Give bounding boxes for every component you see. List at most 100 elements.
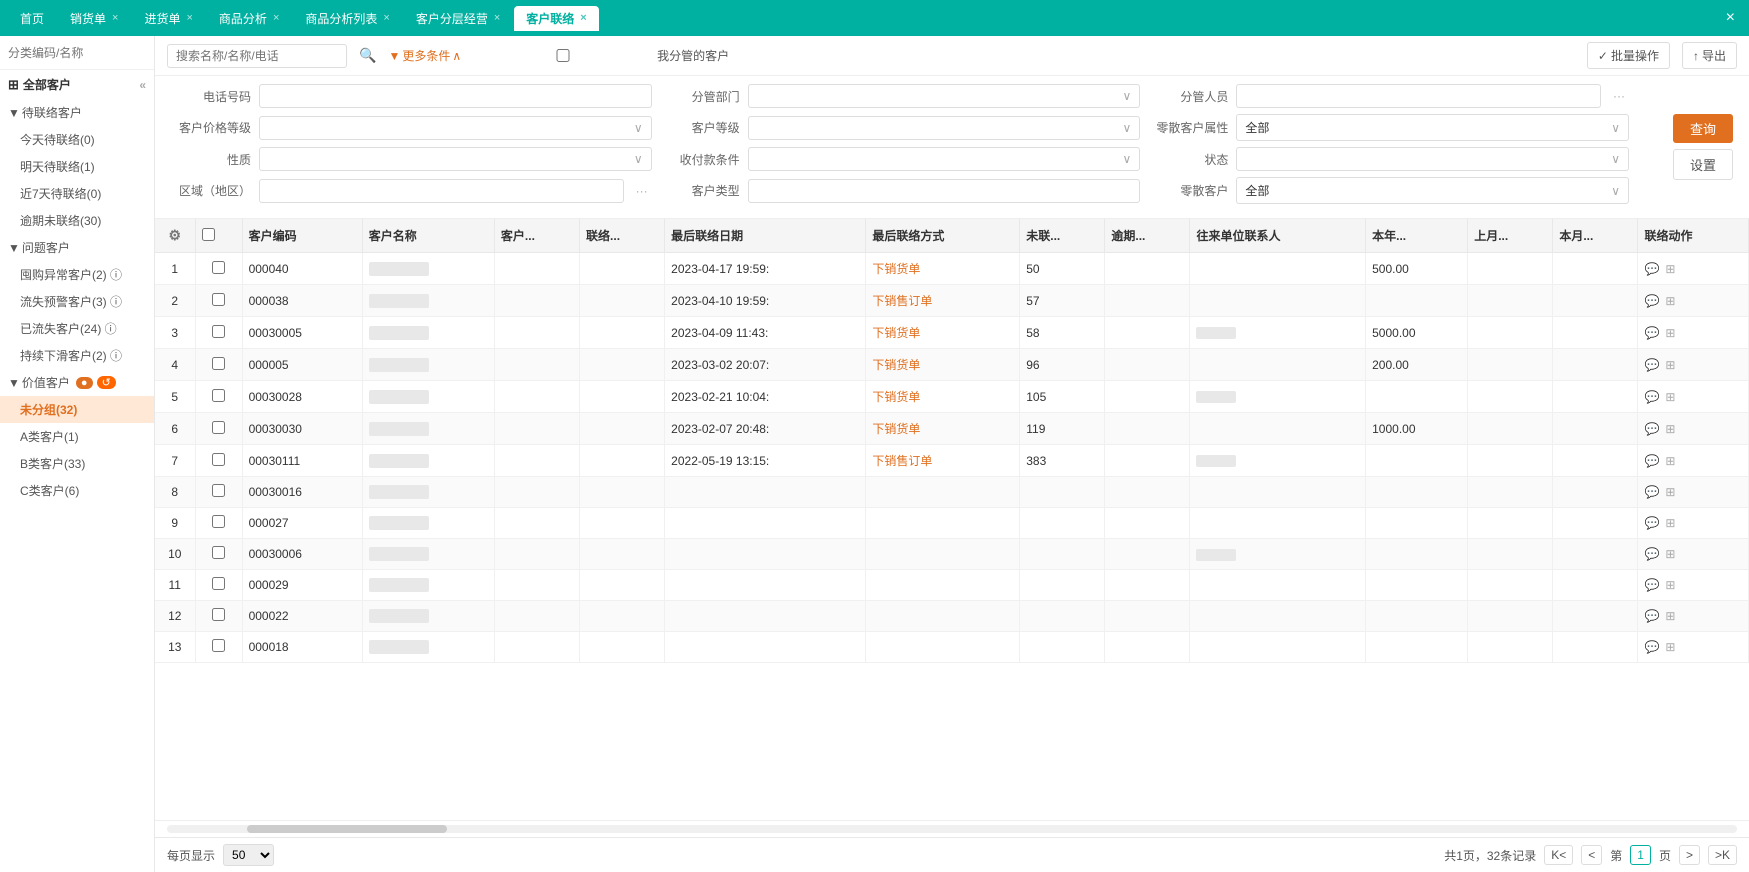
nav-sales-order[interactable]: 销货单 ×	[58, 6, 130, 31]
window-close-button[interactable]: ×	[1720, 9, 1741, 27]
grid-action-icon[interactable]: ⊞	[1665, 454, 1675, 468]
horizontal-scrollbar[interactable]	[155, 820, 1749, 837]
comment-icon[interactable]: 💬	[1644, 326, 1659, 340]
grid-action-icon[interactable]: ⊞	[1665, 326, 1675, 340]
settings-icon[interactable]: ⚙	[168, 227, 181, 243]
cust-grade-select[interactable]: ∨	[748, 116, 1141, 140]
comment-icon[interactable]: 💬	[1644, 609, 1659, 623]
nav-purchase[interactable]: 进货单 ×	[132, 6, 204, 31]
reset-button[interactable]: 设置	[1673, 149, 1733, 180]
my-customers-checkbox[interactable]	[473, 49, 653, 62]
my-customers-filter[interactable]: 我分管的客户	[473, 47, 729, 64]
sidebar-all-customers[interactable]: ⊞ 全部客户 «	[0, 70, 154, 99]
comment-icon[interactable]: 💬	[1644, 547, 1659, 561]
grid-action-icon[interactable]: ⊞	[1665, 640, 1675, 654]
grid-action-icon[interactable]: ⊞	[1665, 485, 1675, 499]
last-way-link[interactable]: 下销货单	[872, 262, 920, 276]
status-select[interactable]: ∨	[1236, 147, 1629, 171]
scroll-thumb[interactable]	[247, 825, 447, 833]
comment-icon[interactable]: 💬	[1644, 358, 1659, 372]
query-button[interactable]: 查询	[1673, 114, 1733, 143]
comment-icon[interactable]: 💬	[1644, 390, 1659, 404]
comment-icon[interactable]: 💬	[1644, 422, 1659, 436]
region-dots-icon[interactable]: ···	[632, 184, 652, 198]
comment-icon[interactable]: 💬	[1644, 578, 1659, 592]
row-checkbox[interactable]	[212, 515, 225, 528]
person-dots-icon[interactable]: ···	[1609, 89, 1629, 103]
nav-product-list-close[interactable]: ×	[383, 12, 389, 24]
grid-action-icon[interactable]: ⊞	[1665, 578, 1675, 592]
sidebar-group-pending[interactable]: ▼ 待联络客户	[0, 99, 154, 126]
payment-select[interactable]: ∨	[748, 147, 1141, 171]
price-grade-select[interactable]: ∨	[259, 116, 652, 140]
nav-customer-segment[interactable]: 客户分层经营 ×	[404, 6, 512, 31]
sidebar-item-c-class[interactable]: C类客户(6)	[0, 477, 154, 504]
nature-select[interactable]: ∨	[259, 147, 652, 171]
grid-action-icon[interactable]: ⊞	[1665, 390, 1675, 404]
sidebar-item-b-class[interactable]: B类客户(33)	[0, 450, 154, 477]
grid-action-icon[interactable]: ⊞	[1665, 516, 1675, 530]
nav-product-analysis[interactable]: 商品分析 ×	[207, 6, 291, 31]
grid-action-icon[interactable]: ⊞	[1665, 294, 1675, 308]
comment-icon[interactable]: 💬	[1644, 454, 1659, 468]
retail-cust-select[interactable]: 全部 ∨	[1236, 177, 1629, 204]
more-conditions-button[interactable]: ▼ 更多条件 ∧	[388, 47, 461, 64]
dept-select[interactable]: ∨	[748, 84, 1141, 108]
sidebar-item-tomorrow[interactable]: 明天待联络(1)	[0, 153, 154, 180]
grid-action-icon[interactable]: ⊞	[1665, 547, 1675, 561]
sidebar-group-problem[interactable]: ▼ 问题客户	[0, 234, 154, 261]
row-checkbox[interactable]	[212, 453, 225, 466]
sidebar-item-churn-warning[interactable]: 流失预警客户(3) ⓘ	[0, 288, 154, 315]
nav-product-list[interactable]: 商品分析列表 ×	[293, 6, 401, 31]
comment-icon[interactable]: 💬	[1644, 516, 1659, 530]
row-checkbox[interactable]	[212, 608, 225, 621]
sidebar-search-input[interactable]	[8, 46, 155, 60]
select-all-checkbox[interactable]	[202, 228, 215, 241]
row-checkbox[interactable]	[212, 639, 225, 652]
next-page-button[interactable]: >	[1679, 845, 1700, 865]
page-size-select[interactable]: 50 100	[223, 844, 274, 866]
nav-purchase-close[interactable]: ×	[186, 12, 192, 24]
row-checkbox[interactable]	[212, 389, 225, 402]
grid-action-icon[interactable]: ⊞	[1665, 609, 1675, 623]
nav-product-analysis-close[interactable]: ×	[273, 12, 279, 24]
comment-icon[interactable]: 💬	[1644, 262, 1659, 276]
row-checkbox[interactable]	[212, 421, 225, 434]
nav-customer-segment-close[interactable]: ×	[494, 12, 500, 24]
search-button[interactable]: 🔍	[359, 47, 376, 64]
sidebar-item-a-class[interactable]: A类客户(1)	[0, 423, 154, 450]
region-input[interactable]	[259, 179, 624, 203]
retail-attr-select[interactable]: 全部 ∨	[1236, 114, 1629, 141]
nav-sales-order-close[interactable]: ×	[112, 12, 118, 24]
phone-input[interactable]	[259, 84, 652, 108]
search-input[interactable]	[167, 44, 347, 68]
cust-type-input[interactable]	[748, 179, 1141, 203]
comment-icon[interactable]: 💬	[1644, 640, 1659, 654]
comment-icon[interactable]: 💬	[1644, 485, 1659, 499]
row-checkbox[interactable]	[212, 546, 225, 559]
export-button[interactable]: ↑ 导出	[1682, 42, 1737, 69]
last-way-link[interactable]: 下销货单	[872, 422, 920, 436]
sidebar-item-ungroup[interactable]: 未分组(32)	[0, 396, 154, 423]
last-page-button[interactable]: >K	[1708, 845, 1737, 865]
grid-action-icon[interactable]: ⊞	[1665, 358, 1675, 372]
nav-customer-contact-close[interactable]: ×	[580, 12, 586, 24]
grid-action-icon[interactable]: ⊞	[1665, 422, 1675, 436]
sidebar-collapse-icon[interactable]: «	[139, 78, 146, 92]
row-checkbox[interactable]	[212, 261, 225, 274]
sidebar-group-value[interactable]: ▼ 价值客户 ● ↺	[0, 369, 154, 396]
sidebar-item-abnormal[interactable]: 囤购异常客户(2) ⓘ	[0, 261, 154, 288]
last-way-link[interactable]: 下销售订单	[872, 294, 932, 308]
comment-icon[interactable]: 💬	[1644, 294, 1659, 308]
nav-customer-contact[interactable]: 客户联络 ×	[514, 6, 598, 31]
row-checkbox[interactable]	[212, 293, 225, 306]
sidebar-item-declining[interactable]: 持续下滑客户(2) ⓘ	[0, 342, 154, 369]
last-way-link[interactable]: 下销货单	[872, 326, 920, 340]
row-checkbox[interactable]	[212, 357, 225, 370]
last-way-link[interactable]: 下销货单	[872, 390, 920, 404]
sidebar-item-7days[interactable]: 近7天待联络(0)	[0, 180, 154, 207]
row-checkbox[interactable]	[212, 577, 225, 590]
sidebar-item-overdue[interactable]: 逾期未联络(30)	[0, 207, 154, 234]
first-page-button[interactable]: K<	[1544, 845, 1573, 865]
row-checkbox[interactable]	[212, 484, 225, 497]
